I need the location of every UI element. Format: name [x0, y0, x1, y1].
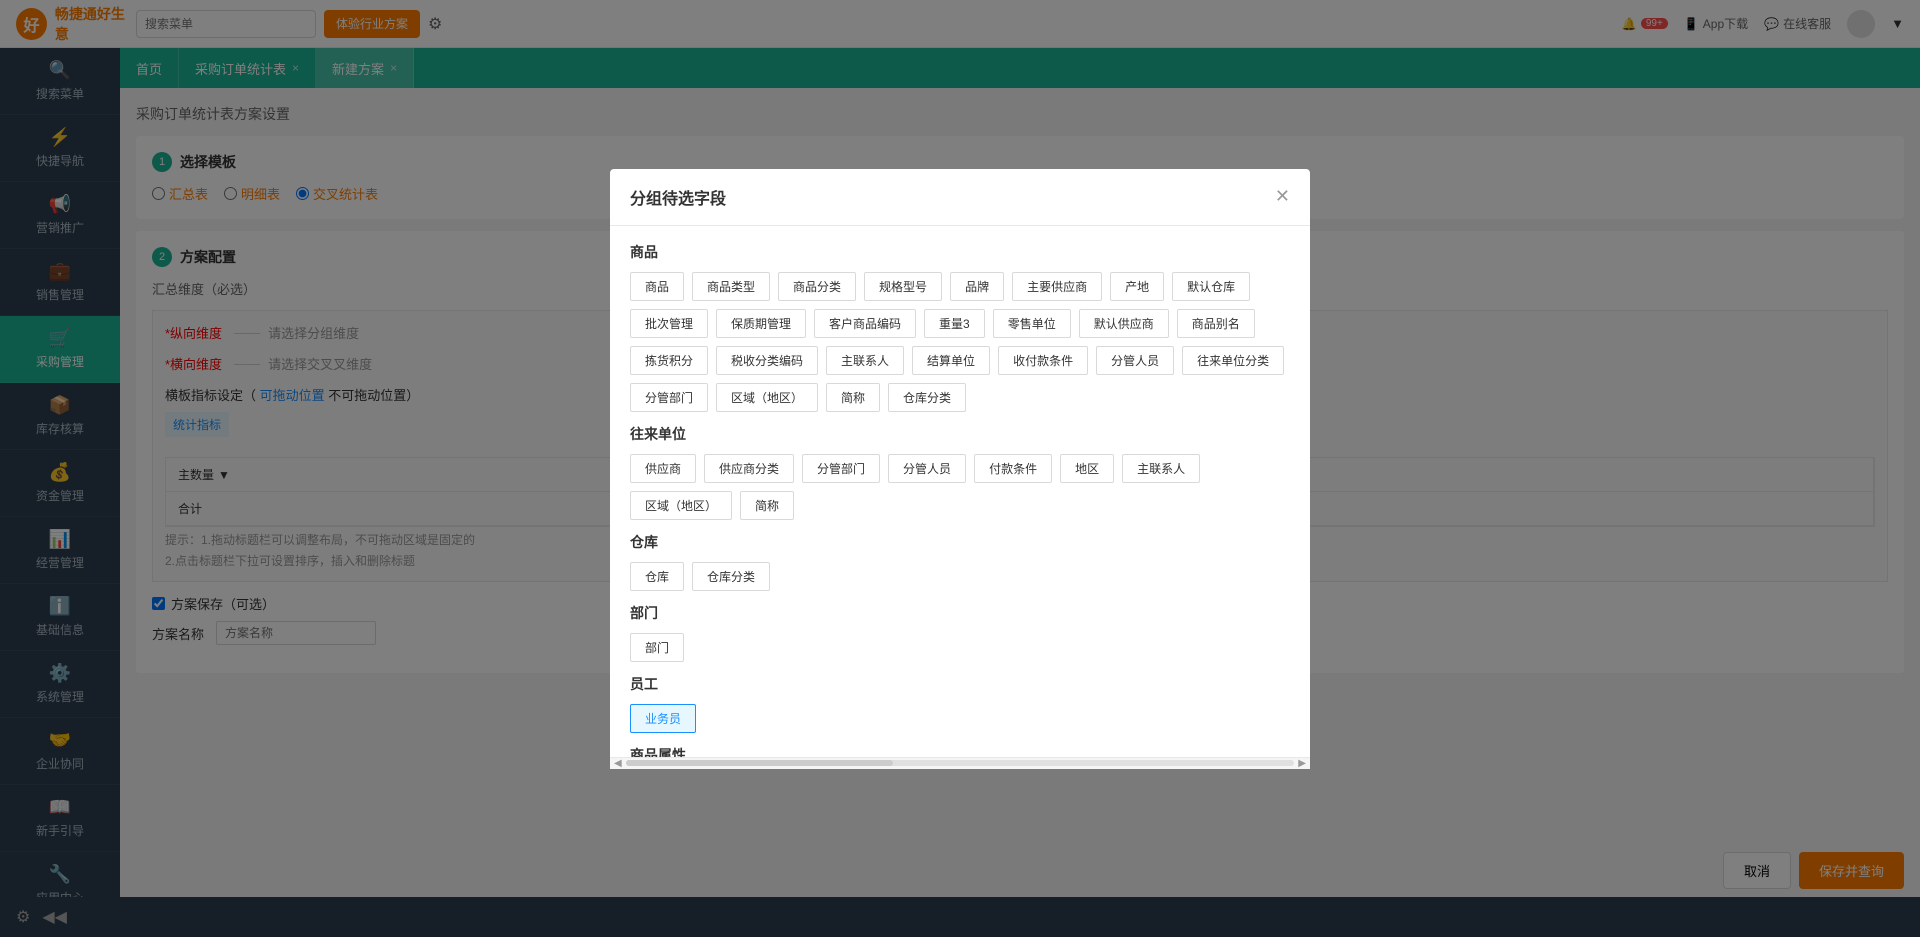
modal-overlay: 分组待选字段 ✕ 商品 商品 商品类型 商品分类 规格型号 品牌 主要供应商 产… — [0, 0, 1920, 937]
field-tag[interactable]: 供应商 — [630, 454, 696, 483]
field-tag[interactable]: 结算单位 — [912, 346, 990, 375]
field-tag[interactable]: 往来单位分类 — [1182, 346, 1284, 375]
field-tag[interactable]: 主联系人 — [1122, 454, 1200, 483]
fields-grid-dept: 部门 — [630, 633, 1290, 662]
field-tag[interactable]: 区域（地区） — [716, 383, 818, 412]
modal-scrollbar[interactable]: ◀ ▶ — [610, 757, 1310, 769]
field-tag[interactable]: 收付款条件 — [998, 346, 1088, 375]
field-tag[interactable]: 商品 — [630, 272, 684, 301]
scroll-right-arrow[interactable]: ▶ — [1298, 758, 1306, 769]
field-tag[interactable]: 分管人员 — [888, 454, 966, 483]
field-tag[interactable]: 仓库分类 — [888, 383, 966, 412]
field-tag[interactable]: 简称 — [826, 383, 880, 412]
field-tag[interactable]: 商品别名 — [1177, 309, 1255, 338]
section-title-warehouse: 仓库 — [630, 532, 1290, 552]
field-tag[interactable]: 部门 — [630, 633, 684, 662]
field-tag[interactable]: 零售单位 — [993, 309, 1071, 338]
field-tag[interactable]: 区域（地区） — [630, 491, 732, 520]
fields-grid-goods: 商品 商品类型 商品分类 规格型号 品牌 主要供应商 产地 默认仓库 批次管理 … — [630, 272, 1290, 412]
section-title-partner: 往来单位 — [630, 424, 1290, 444]
field-tag[interactable]: 分管部门 — [630, 383, 708, 412]
field-tag[interactable]: 默认供应商 — [1079, 309, 1169, 338]
fields-grid-warehouse: 仓库 仓库分类 — [630, 562, 1290, 591]
section-title-staff: 员工 — [630, 674, 1290, 694]
field-tag[interactable]: 付款条件 — [974, 454, 1052, 483]
field-tag[interactable]: 仓库分类 — [692, 562, 770, 591]
modal-body[interactable]: 商品 商品 商品类型 商品分类 规格型号 品牌 主要供应商 产地 默认仓库 批次… — [610, 226, 1310, 757]
scrollbar-track — [626, 760, 1295, 766]
field-tag[interactable]: 主联系人 — [826, 346, 904, 375]
field-tag[interactable]: 产地 — [1110, 272, 1164, 301]
modal-close-button[interactable]: ✕ — [1275, 186, 1290, 207]
field-tag[interactable]: 分管人员 — [1096, 346, 1174, 375]
modal-header: 分组待选字段 ✕ — [610, 169, 1310, 226]
scrollbar-thumb[interactable] — [626, 760, 893, 766]
section-title-goods: 商品 — [630, 242, 1290, 262]
field-tag[interactable]: 拣货积分 — [630, 346, 708, 375]
field-tag[interactable]: 品牌 — [950, 272, 1004, 301]
field-tag[interactable]: 规格型号 — [864, 272, 942, 301]
field-tag[interactable]: 供应商分类 — [704, 454, 794, 483]
field-tag[interactable]: 主要供应商 — [1012, 272, 1102, 301]
section-title-attr: 商品属性 — [630, 745, 1290, 757]
scroll-left-arrow[interactable]: ◀ — [614, 758, 622, 769]
field-tag[interactable]: 重量3 — [924, 309, 985, 338]
modal-title: 分组待选字段 — [630, 185, 726, 209]
fields-grid-partner: 供应商 供应商分类 分管部门 分管人员 付款条件 地区 主联系人 区域（地区） … — [630, 454, 1290, 520]
field-tag[interactable]: 简称 — [740, 491, 794, 520]
field-tag[interactable]: 地区 — [1060, 454, 1114, 483]
field-tag[interactable]: 分管部门 — [802, 454, 880, 483]
field-tag[interactable]: 税收分类编码 — [716, 346, 818, 375]
modal: 分组待选字段 ✕ 商品 商品 商品类型 商品分类 规格型号 品牌 主要供应商 产… — [610, 169, 1310, 769]
field-tag[interactable]: 保质期管理 — [716, 309, 806, 338]
section-title-dept: 部门 — [630, 603, 1290, 623]
field-tag[interactable]: 仓库 — [630, 562, 684, 591]
field-tag[interactable]: 默认仓库 — [1172, 272, 1250, 301]
field-tag[interactable]: 商品类型 — [692, 272, 770, 301]
field-tag[interactable]: 商品分类 — [778, 272, 856, 301]
field-tag-selected[interactable]: 业务员 — [630, 704, 696, 733]
field-tag[interactable]: 批次管理 — [630, 309, 708, 338]
field-tag[interactable]: 客户商品编码 — [814, 309, 916, 338]
fields-grid-staff: 业务员 — [630, 704, 1290, 733]
